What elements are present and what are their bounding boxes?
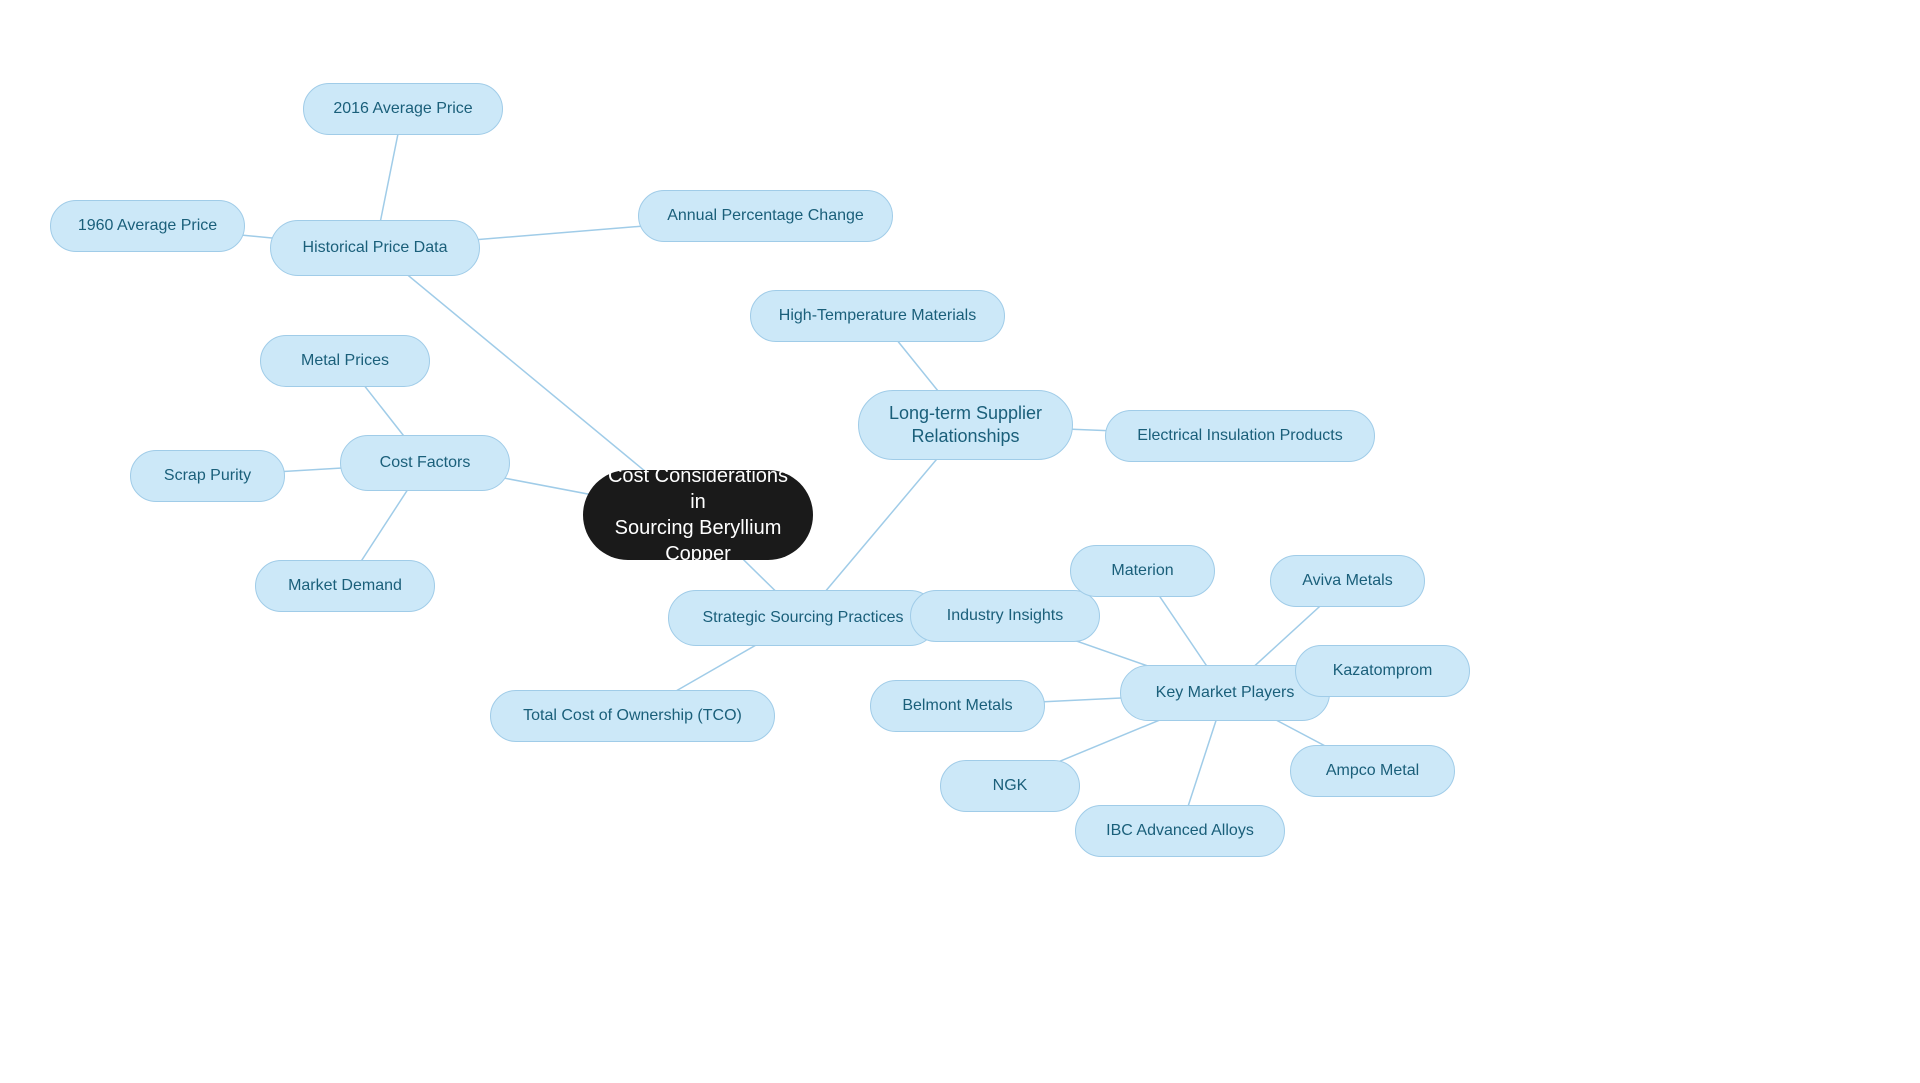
node-electricalInsulation[interactable]: Electrical Insulation Products <box>1105 410 1375 462</box>
node-label-ibcAdvanced: IBC Advanced Alloys <box>1106 821 1254 842</box>
node-label-center: Cost Considerations inSourcing Beryllium… <box>603 463 793 567</box>
node-label-keyMarketPlayers: Key Market Players <box>1156 683 1295 704</box>
node-label-materion: Materion <box>1111 561 1173 582</box>
node-ibcAdvanced[interactable]: IBC Advanced Alloys <box>1075 805 1285 857</box>
node-label-annualChange: Annual Percentage Change <box>667 206 864 227</box>
node-belmontMetals[interactable]: Belmont Metals <box>870 680 1045 732</box>
node-strategicSourcing[interactable]: Strategic Sourcing Practices <box>668 590 938 646</box>
node-label-industryInsights: Industry Insights <box>947 606 1064 627</box>
node-scrapPurity[interactable]: Scrap Purity <box>130 450 285 502</box>
node-label-ngk: NGK <box>993 776 1028 797</box>
node-historicalPrice[interactable]: Historical Price Data <box>270 220 480 276</box>
node-costFactors[interactable]: Cost Factors <box>340 435 510 491</box>
node-label-costFactors: Cost Factors <box>380 453 471 474</box>
node-ngk[interactable]: NGK <box>940 760 1080 812</box>
node-totalCost[interactable]: Total Cost of Ownership (TCO) <box>490 690 775 742</box>
node-industryInsights[interactable]: Industry Insights <box>910 590 1100 642</box>
node-label-strategicSourcing: Strategic Sourcing Practices <box>703 608 904 629</box>
node-label-scrapPurity: Scrap Purity <box>164 466 251 487</box>
node-label-metalPrices: Metal Prices <box>301 351 389 372</box>
node-annualChange[interactable]: Annual Percentage Change <box>638 190 893 242</box>
node-longTerm[interactable]: Long-term SupplierRelationships <box>858 390 1073 460</box>
node-label-ampcoMetal: Ampco Metal <box>1326 761 1419 782</box>
node-center[interactable]: Cost Considerations inSourcing Beryllium… <box>583 470 813 560</box>
node-highTemp[interactable]: High-Temperature Materials <box>750 290 1005 342</box>
node-label-price2016: 2016 Average Price <box>333 99 472 120</box>
node-label-price1960: 1960 Average Price <box>78 216 217 237</box>
node-label-marketDemand: Market Demand <box>288 576 402 597</box>
node-label-historicalPrice: Historical Price Data <box>303 238 448 259</box>
node-avivaMetals[interactable]: Aviva Metals <box>1270 555 1425 607</box>
node-materion[interactable]: Materion <box>1070 545 1215 597</box>
node-kazatomprom[interactable]: Kazatomprom <box>1295 645 1470 697</box>
node-label-avivaMetals: Aviva Metals <box>1302 571 1392 592</box>
node-label-kazatomprom: Kazatomprom <box>1333 661 1433 682</box>
node-marketDemand[interactable]: Market Demand <box>255 560 435 612</box>
node-label-longTerm: Long-term SupplierRelationships <box>889 402 1042 449</box>
node-price1960[interactable]: 1960 Average Price <box>50 200 245 252</box>
node-label-highTemp: High-Temperature Materials <box>779 306 976 327</box>
node-label-totalCost: Total Cost of Ownership (TCO) <box>523 706 742 727</box>
node-label-electricalInsulation: Electrical Insulation Products <box>1137 426 1342 447</box>
node-price2016[interactable]: 2016 Average Price <box>303 83 503 135</box>
node-ampcoMetal[interactable]: Ampco Metal <box>1290 745 1455 797</box>
node-label-belmontMetals: Belmont Metals <box>902 696 1012 717</box>
node-metalPrices[interactable]: Metal Prices <box>260 335 430 387</box>
